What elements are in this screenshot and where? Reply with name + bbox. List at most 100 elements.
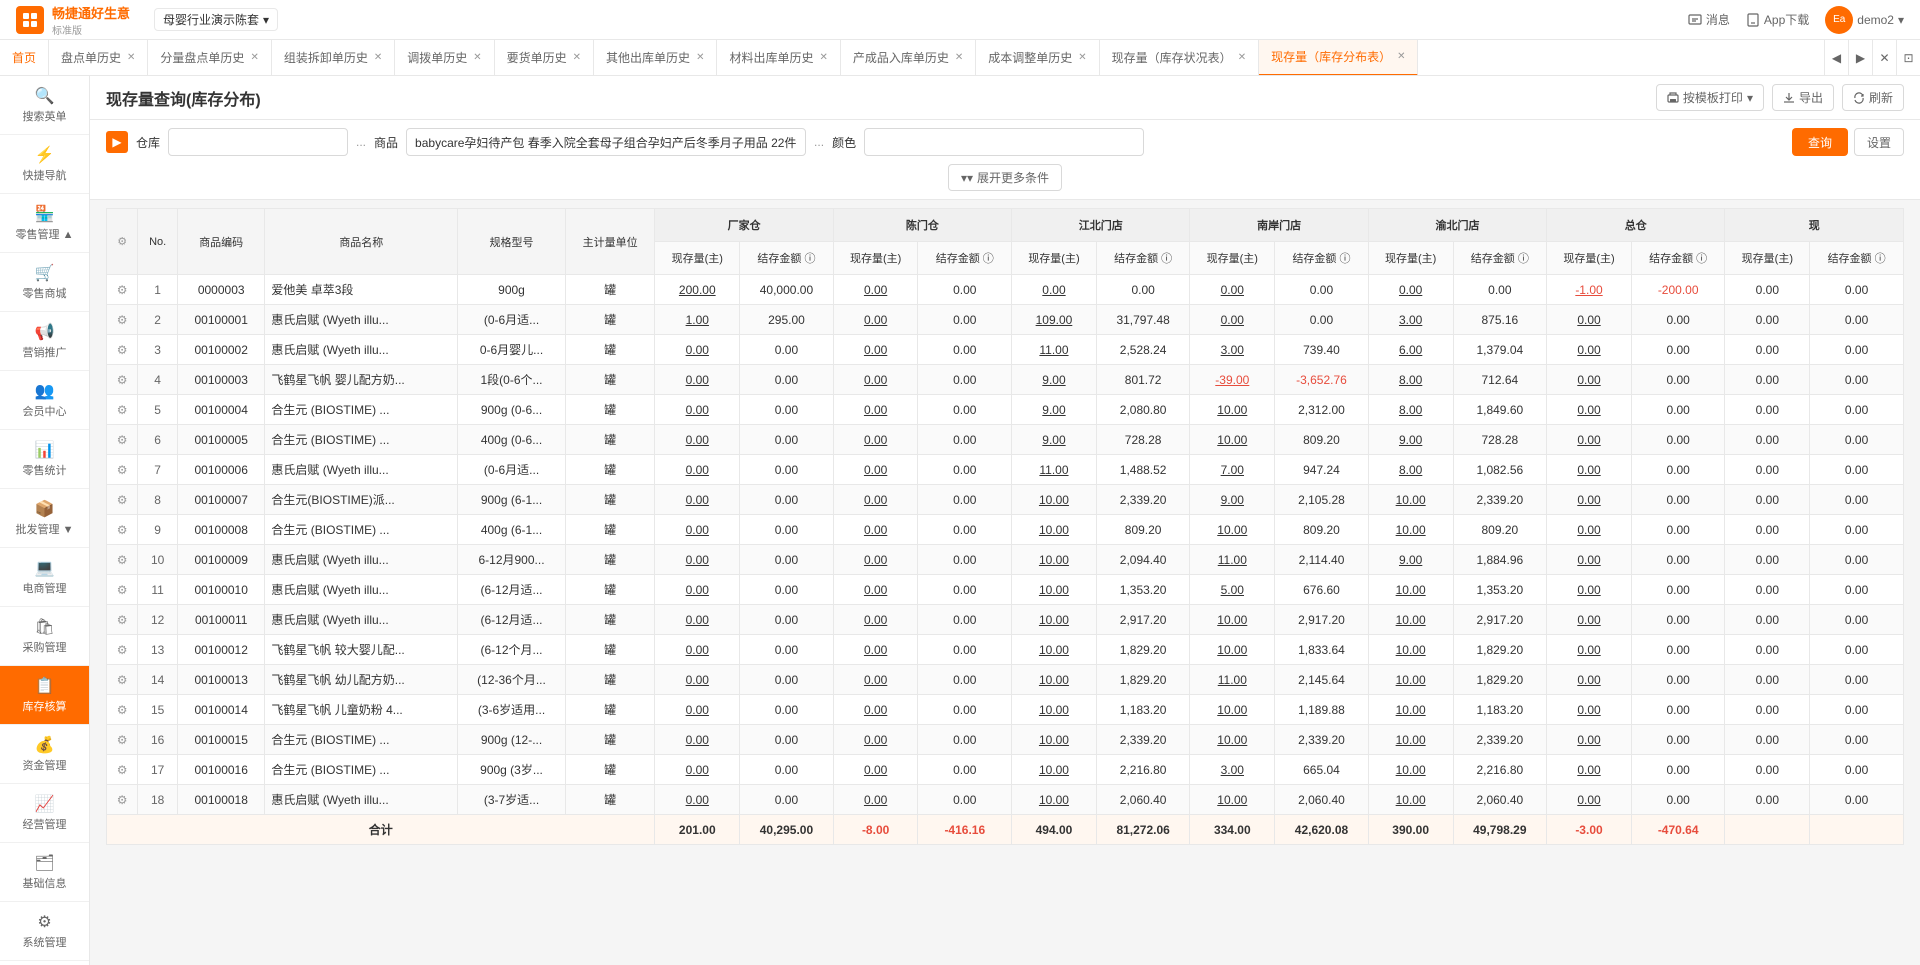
- tab-fenliang[interactable]: 分量盘点单历史 ✕: [148, 40, 271, 76]
- cell-f-stock[interactable]: 0.00: [655, 665, 740, 695]
- cell-gear[interactable]: ⚙: [107, 545, 138, 575]
- tab-pandian[interactable]: 盘点单历史 ✕: [49, 40, 148, 76]
- cell-na-stock[interactable]: 7.00: [1190, 455, 1275, 485]
- cell-f-stock[interactable]: 0.00: [655, 575, 740, 605]
- sidebar-item-retail-mgmt[interactable]: 🏪 零售管理 ▲: [0, 194, 89, 253]
- cell-yb-stock[interactable]: 8.00: [1368, 455, 1453, 485]
- tab-next-btn[interactable]: ▶: [1848, 40, 1872, 76]
- cell-yb-stock[interactable]: 9.00: [1368, 425, 1453, 455]
- user-menu[interactable]: Ea demo2 ▾: [1825, 6, 1904, 34]
- cell-na-stock[interactable]: -39.00: [1190, 365, 1275, 395]
- cell-f-stock[interactable]: 0.00: [655, 335, 740, 365]
- cell-c-stock[interactable]: 0.00: [833, 365, 918, 395]
- cell-na-stock[interactable]: 11.00: [1190, 665, 1275, 695]
- cell-na-stock[interactable]: 9.00: [1190, 485, 1275, 515]
- cell-yb-stock[interactable]: 3.00: [1368, 305, 1453, 335]
- cell-yb-stock[interactable]: 10.00: [1368, 635, 1453, 665]
- cell-na-stock[interactable]: 10.00: [1190, 425, 1275, 455]
- cell-yb-stock[interactable]: 6.00: [1368, 335, 1453, 365]
- expand-conditions-btn[interactable]: ▾▾ 展开更多条件: [948, 164, 1062, 191]
- goods-input[interactable]: [406, 128, 806, 156]
- filter-toggle-btn[interactable]: ▶: [106, 131, 128, 153]
- tab-cailiao[interactable]: 材料出库单历史 ✕: [717, 40, 840, 76]
- cell-gear[interactable]: ⚙: [107, 395, 138, 425]
- cell-gear[interactable]: ⚙: [107, 755, 138, 785]
- tab-zuzhuang[interactable]: 组装拆卸单历史 ✕: [272, 40, 395, 76]
- tab-chancheng[interactable]: 产成品入库单历史 ✕: [841, 40, 976, 76]
- cell-na-stock[interactable]: 10.00: [1190, 515, 1275, 545]
- cell-na-stock[interactable]: 0.00: [1190, 275, 1275, 305]
- cell-c-stock[interactable]: 0.00: [833, 545, 918, 575]
- sidebar-item-member[interactable]: 👥 会员中心: [0, 371, 89, 430]
- cell-t-stock[interactable]: 0.00: [1547, 485, 1632, 515]
- tab-diaobo[interactable]: 调拨单历史 ✕: [395, 40, 494, 76]
- tab-close-all-btn[interactable]: ✕: [1872, 40, 1896, 76]
- cell-f-stock[interactable]: 0.00: [655, 545, 740, 575]
- cell-yb-stock[interactable]: 10.00: [1368, 575, 1453, 605]
- cell-jb-stock[interactable]: 10.00: [1012, 755, 1097, 785]
- cell-jb-stock[interactable]: 10.00: [1012, 545, 1097, 575]
- cell-yb-stock[interactable]: 10.00: [1368, 665, 1453, 695]
- sidebar-item-wholesale[interactable]: 📦 批发管理 ▼: [0, 489, 89, 548]
- cell-c-stock[interactable]: 0.00: [833, 425, 918, 455]
- cell-jb-stock[interactable]: 10.00: [1012, 515, 1097, 545]
- cell-c-stock[interactable]: 0.00: [833, 455, 918, 485]
- cell-f-stock[interactable]: 0.00: [655, 425, 740, 455]
- cell-t-stock[interactable]: 0.00: [1547, 725, 1632, 755]
- cell-yb-stock[interactable]: 10.00: [1368, 725, 1453, 755]
- cell-na-stock[interactable]: 10.00: [1190, 695, 1275, 725]
- cell-f-stock[interactable]: 0.00: [655, 365, 740, 395]
- sidebar-item-system[interactable]: ⚙ 系统管理: [0, 902, 89, 961]
- cell-t-stock[interactable]: 0.00: [1547, 755, 1632, 785]
- sidebar-item-retail-mall[interactable]: 🛒 零售商城: [0, 253, 89, 312]
- cell-na-stock[interactable]: 10.00: [1190, 635, 1275, 665]
- query-btn[interactable]: 查询: [1792, 128, 1848, 156]
- sidebar-item-business[interactable]: 📈 经营管理: [0, 784, 89, 843]
- cell-yb-stock[interactable]: 10.00: [1368, 605, 1453, 635]
- sidebar-item-inventory[interactable]: 📋 库存核算: [0, 666, 89, 725]
- cell-gear[interactable]: ⚙: [107, 785, 138, 815]
- th-gear[interactable]: ⚙: [107, 209, 138, 275]
- cell-jb-stock[interactable]: 10.00: [1012, 665, 1097, 695]
- sidebar-item-retail-stats[interactable]: 📊 零售统计: [0, 430, 89, 489]
- cell-c-stock[interactable]: 0.00: [833, 485, 918, 515]
- cell-jb-stock[interactable]: 10.00: [1012, 635, 1097, 665]
- cell-yb-stock[interactable]: 10.00: [1368, 515, 1453, 545]
- cell-f-stock[interactable]: 200.00: [655, 275, 740, 305]
- refresh-btn[interactable]: 刷新: [1842, 84, 1904, 111]
- cell-jb-stock[interactable]: 9.00: [1012, 425, 1097, 455]
- cell-t-stock[interactable]: 0.00: [1547, 545, 1632, 575]
- cell-gear[interactable]: ⚙: [107, 515, 138, 545]
- sidebar-item-basic[interactable]: 🗂 基础信息: [0, 843, 89, 902]
- cell-yb-stock[interactable]: 10.00: [1368, 785, 1453, 815]
- cell-na-stock[interactable]: 3.00: [1190, 755, 1275, 785]
- cell-jb-stock[interactable]: 10.00: [1012, 695, 1097, 725]
- cell-yb-stock[interactable]: 10.00: [1368, 485, 1453, 515]
- tab-qitachu[interactable]: 其他出库单历史 ✕: [594, 40, 717, 76]
- cell-yb-stock[interactable]: 0.00: [1368, 275, 1453, 305]
- tab-yaohuo[interactable]: 要货单历史 ✕: [495, 40, 594, 76]
- cell-f-stock[interactable]: 0.00: [655, 785, 740, 815]
- cell-jb-stock[interactable]: 0.00: [1012, 275, 1097, 305]
- cell-gear[interactable]: ⚙: [107, 635, 138, 665]
- cell-yb-stock[interactable]: 9.00: [1368, 545, 1453, 575]
- cell-jb-stock[interactable]: 10.00: [1012, 575, 1097, 605]
- cell-jb-stock[interactable]: 9.00: [1012, 395, 1097, 425]
- warehouse-input[interactable]: [168, 128, 348, 156]
- cell-c-stock[interactable]: 0.00: [833, 755, 918, 785]
- tab-fenbiao[interactable]: 现存量（库存分布表）✕: [1259, 40, 1418, 76]
- setting-btn[interactable]: 设置: [1854, 128, 1904, 156]
- cell-t-stock[interactable]: 0.00: [1547, 365, 1632, 395]
- cell-gear[interactable]: ⚙: [107, 605, 138, 635]
- cell-jb-stock[interactable]: 11.00: [1012, 335, 1097, 365]
- cell-c-stock[interactable]: 0.00: [833, 305, 918, 335]
- cell-c-stock[interactable]: 0.00: [833, 275, 918, 305]
- cell-t-stock[interactable]: 0.00: [1547, 335, 1632, 365]
- cell-na-stock[interactable]: 3.00: [1190, 335, 1275, 365]
- app-download-btn[interactable]: App下载: [1746, 11, 1809, 28]
- cell-c-stock[interactable]: 0.00: [833, 665, 918, 695]
- cell-gear[interactable]: ⚙: [107, 365, 138, 395]
- cell-jb-stock[interactable]: 10.00: [1012, 485, 1097, 515]
- cell-gear[interactable]: ⚙: [107, 695, 138, 725]
- cell-c-stock[interactable]: 0.00: [833, 725, 918, 755]
